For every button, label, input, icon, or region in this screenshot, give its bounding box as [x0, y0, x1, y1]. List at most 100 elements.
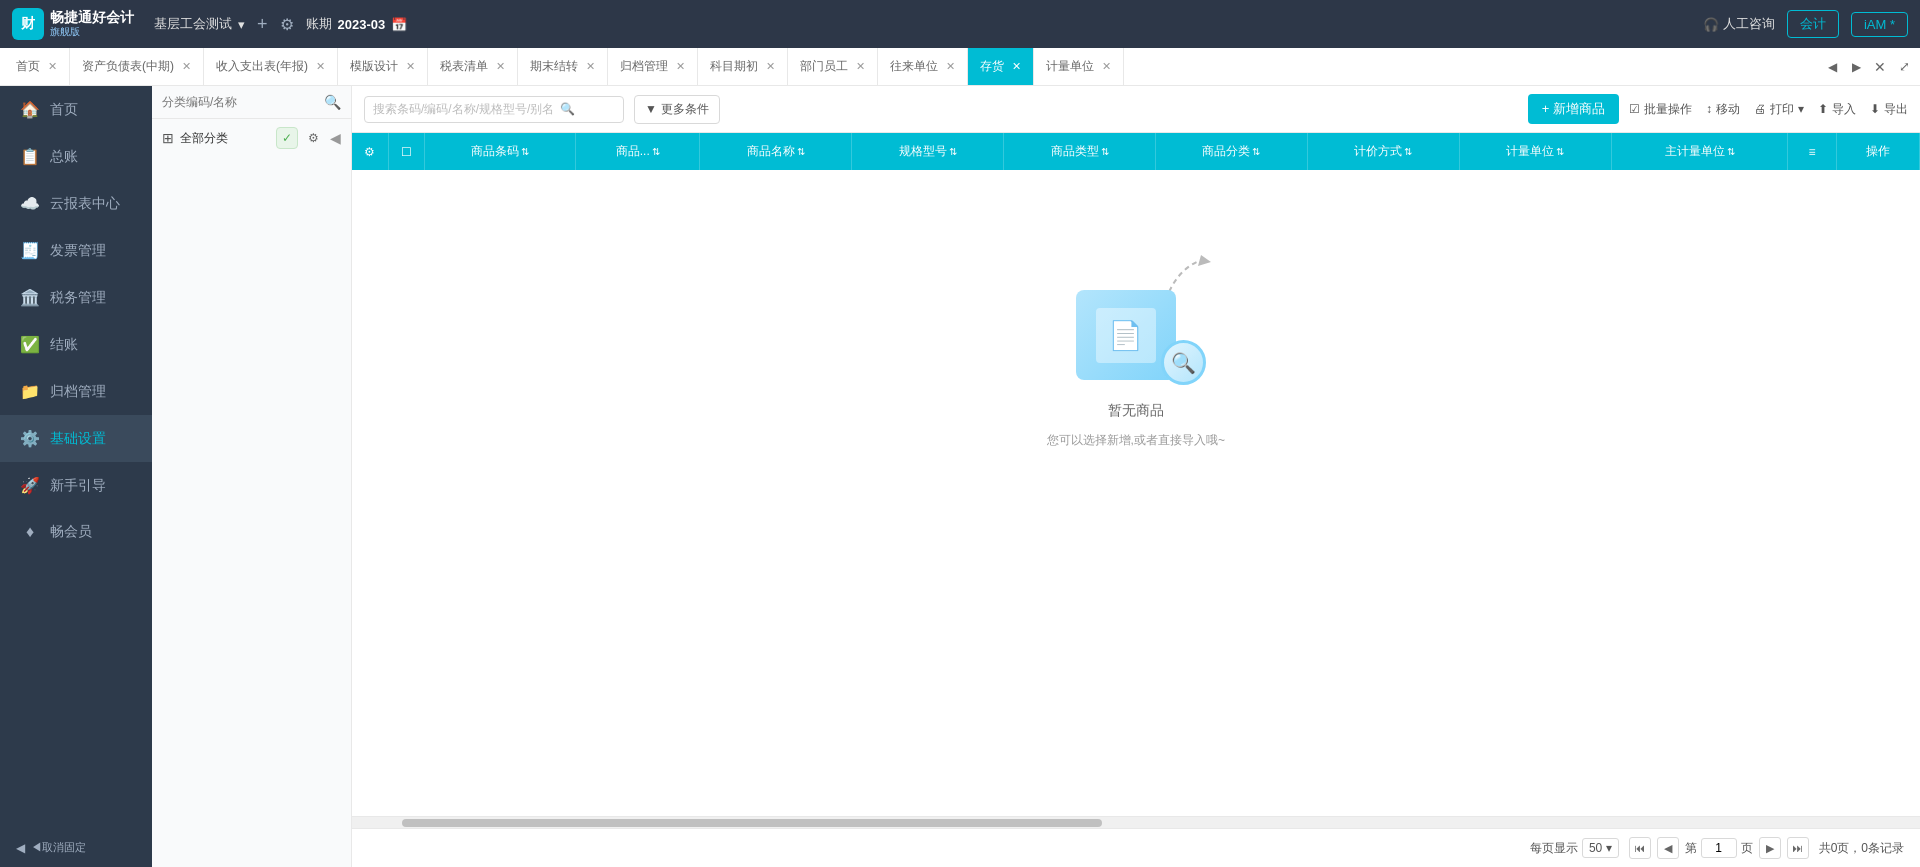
page-size-select: 每页显示 50 ▾	[1530, 838, 1619, 858]
next-page-button[interactable]: ▶	[1759, 837, 1781, 859]
consult-button[interactable]: 🎧 人工咨询	[1703, 15, 1775, 33]
tab-close-icon[interactable]: ✕	[676, 60, 685, 73]
th-col-3[interactable]: 规格型号⇅	[852, 133, 1004, 170]
main-layout: 🏠 首页📋 总账☁️ 云报表中心🧾 发票管理🏛️ 税务管理✅ 结账📁 归档管理⚙…	[0, 86, 1920, 867]
add-tab-button[interactable]: +	[257, 14, 268, 35]
tab-close-icon[interactable]: ✕	[586, 60, 595, 73]
tab-label: 首页	[16, 58, 40, 75]
tab-部门员工[interactable]: 部门员工✕	[788, 48, 878, 86]
tab-科目期初[interactable]: 科目期初✕	[698, 48, 788, 86]
th-checkbox[interactable]: ☐	[388, 133, 424, 170]
tab-prev-button[interactable]: ◀	[1820, 48, 1844, 86]
tab-close-icon[interactable]: ✕	[1012, 60, 1021, 73]
category-search-input[interactable]	[162, 95, 318, 109]
add-product-button[interactable]: + 新增商品	[1528, 94, 1619, 124]
sidebar-unpin-button[interactable]: ◀ ◀取消固定	[0, 828, 152, 867]
tab-close-icon[interactable]: ✕	[496, 60, 505, 73]
sidebar-label-基础设置: 基础设置	[50, 430, 106, 448]
main-panel: 搜索条码/编码/名称/规格型号/别名 🔍 ▼ 更多条件 + 新增商品 ☑ 批量操…	[352, 86, 1920, 867]
calendar-icon[interactable]: 📅	[391, 17, 407, 32]
tab-收入支出表(年报)[interactable]: 收入支出表(年报)✕	[204, 48, 338, 86]
horizontal-scrollbar[interactable]	[352, 816, 1920, 828]
tab-资产负债表(中期)[interactable]: 资产负债表(中期)✕	[70, 48, 204, 86]
th-col-0[interactable]: 商品条码⇅	[424, 133, 576, 170]
tab-close-all-button[interactable]: ✕	[1868, 48, 1892, 86]
sidebar-item-结账[interactable]: ✅ 结账	[0, 321, 152, 368]
tab-close-icon[interactable]: ✕	[766, 60, 775, 73]
tab-close-icon[interactable]: ✕	[406, 60, 415, 73]
scrollbar-thumb[interactable]	[402, 819, 1102, 827]
page-number-input[interactable]	[1701, 838, 1737, 858]
headset-icon: 🎧	[1703, 17, 1719, 32]
sidebar-item-首页[interactable]: 🏠 首页	[0, 86, 152, 133]
tab-next-button[interactable]: ▶	[1844, 48, 1868, 86]
iam-button[interactable]: iAM *	[1851, 12, 1908, 37]
page-size-box[interactable]: 50 ▾	[1582, 838, 1619, 858]
tab-expand-button[interactable]: ⤢	[1892, 48, 1916, 86]
th-col-5[interactable]: 商品分类⇅	[1156, 133, 1308, 170]
kuaiji-button[interactable]: 会计	[1787, 10, 1839, 38]
tab-往来单位[interactable]: 往来单位✕	[878, 48, 968, 86]
sort-arrows-icon: ⇅	[949, 146, 957, 157]
prev-page-button[interactable]: ◀	[1657, 837, 1679, 859]
sidebar-item-畅会员[interactable]: ♦ 畅会员	[0, 509, 152, 555]
company-selector[interactable]: 基层工会测试 ▾	[154, 15, 245, 33]
import-icon: ⬆	[1818, 102, 1828, 116]
tab-close-icon[interactable]: ✕	[316, 60, 325, 73]
tab-模版设计[interactable]: 模版设计✕	[338, 48, 428, 86]
tab-期末结转[interactable]: 期末结转✕	[518, 48, 608, 86]
tab-close-icon[interactable]: ✕	[856, 60, 865, 73]
sidebar-icon-畅会员: ♦	[20, 523, 40, 541]
sidebar-icon-总账: 📋	[20, 147, 40, 166]
total-records: 共0页，0条记录	[1819, 840, 1904, 857]
th-col-2[interactable]: 商品名称⇅	[700, 133, 852, 170]
sidebar-item-基础设置[interactable]: ⚙️ 基础设置	[0, 415, 152, 462]
sidebar-item-发票管理[interactable]: 🧾 发票管理	[0, 227, 152, 274]
th-col-7[interactable]: 计量单位⇅	[1459, 133, 1611, 170]
action-buttons: ☑ 批量操作 ↕ 移动 🖨 打印 ▾ ⬆ 导入	[1629, 101, 1908, 118]
import-button[interactable]: ⬆ 导入	[1818, 101, 1856, 118]
tab-存货[interactable]: 存货✕	[968, 48, 1034, 86]
batch-button[interactable]: ☑ 批量操作	[1629, 101, 1692, 118]
dropdown-arrow-icon: ▾	[238, 17, 245, 32]
sidebar-item-总账[interactable]: 📋 总账	[0, 133, 152, 180]
sidebar-item-云报表中心[interactable]: ☁️ 云报表中心	[0, 180, 152, 227]
sort-arrows-icon: ⇅	[1727, 146, 1735, 157]
move-button[interactable]: ↕ 移动	[1706, 101, 1740, 118]
collapse-panel-button[interactable]: ◀	[330, 130, 341, 146]
sort-arrows-icon: ⇅	[1101, 146, 1109, 157]
sidebar-item-归档管理[interactable]: 📁 归档管理	[0, 368, 152, 415]
th-col-9[interactable]: ≡	[1788, 133, 1837, 170]
th-col-8[interactable]: 主计量单位⇅	[1611, 133, 1787, 170]
th-col-6[interactable]: 计价方式⇅	[1307, 133, 1459, 170]
tab-税表清单[interactable]: 税表清单✕	[428, 48, 518, 86]
category-settings-button[interactable]: ⚙	[302, 127, 324, 149]
tab-close-icon[interactable]: ✕	[48, 60, 57, 73]
filter-button[interactable]: ▼ 更多条件	[634, 95, 720, 124]
sidebar-label-税务管理: 税务管理	[50, 289, 106, 307]
sidebar-item-新手引导[interactable]: 🚀 新手引导	[0, 462, 152, 509]
th-col-10[interactable]: 操作	[1836, 133, 1919, 170]
tab-close-icon[interactable]: ✕	[1102, 60, 1111, 73]
last-page-button[interactable]: ⏭	[1787, 837, 1809, 859]
th-settings[interactable]: ⚙	[352, 133, 388, 170]
print-button[interactable]: 🖨 打印 ▾	[1754, 101, 1804, 118]
empty-magnifier-shape: 🔍	[1161, 340, 1206, 385]
settings-icon[interactable]: ⚙	[280, 15, 294, 34]
product-search-bar[interactable]: 搜索条码/编码/名称/规格型号/别名 🔍	[364, 96, 624, 123]
first-page-button[interactable]: ⏮	[1629, 837, 1651, 859]
category-search-icon[interactable]: 🔍	[324, 94, 341, 110]
per-page-label: 每页显示	[1530, 840, 1578, 857]
tab-close-icon[interactable]: ✕	[182, 60, 191, 73]
tab-close-icon[interactable]: ✕	[946, 60, 955, 73]
tab-计量单位[interactable]: 计量单位✕	[1034, 48, 1124, 86]
th-col-1[interactable]: 商品...⇅	[576, 133, 700, 170]
sidebar-item-税务管理[interactable]: 🏛️ 税务管理	[0, 274, 152, 321]
page-suffix: 页	[1741, 840, 1753, 857]
category-edit-button[interactable]: ✓	[276, 127, 298, 149]
tab-首页[interactable]: 首页 ✕	[4, 48, 70, 86]
export-button[interactable]: ⬇ 导出	[1870, 101, 1908, 118]
tab-归档管理[interactable]: 归档管理✕	[608, 48, 698, 86]
th-col-4[interactable]: 商品类型⇅	[1004, 133, 1156, 170]
sort-arrows-icon: ⇅	[797, 146, 805, 157]
